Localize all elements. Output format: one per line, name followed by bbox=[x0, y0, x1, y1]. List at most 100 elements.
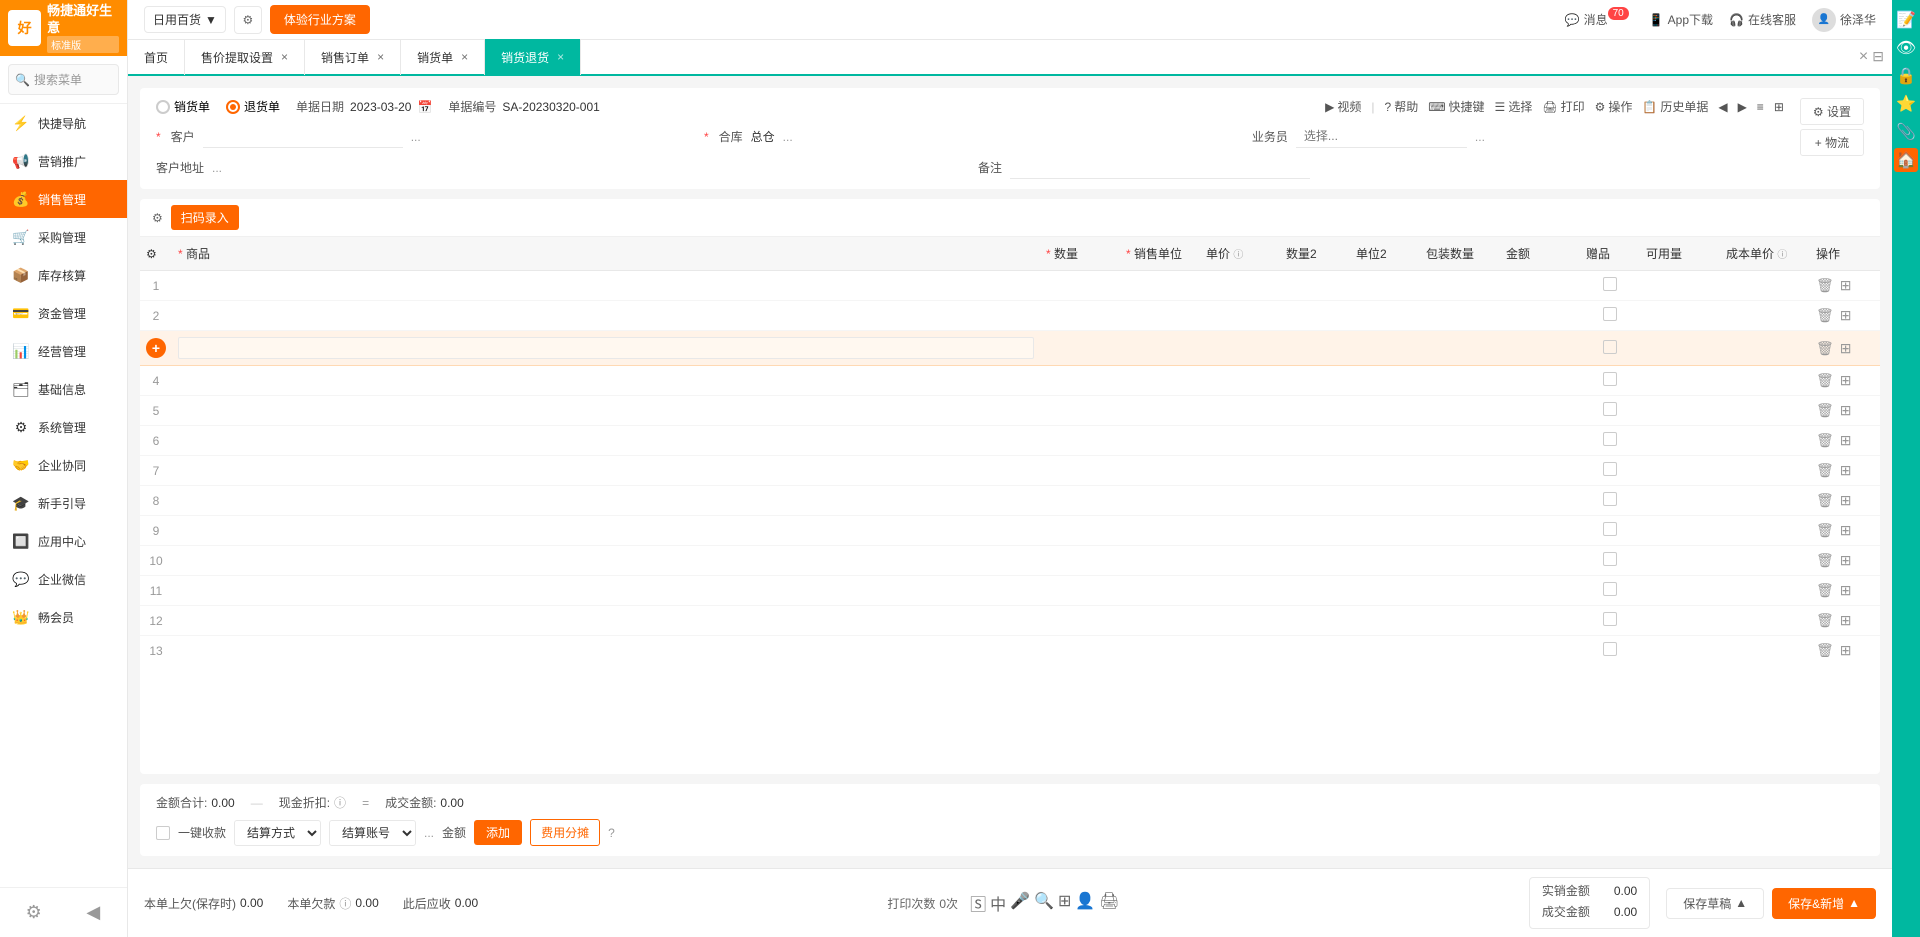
bottom-icon-4[interactable]: 🔍 bbox=[1034, 891, 1054, 915]
delete-row-button[interactable]: 🗑 bbox=[1816, 372, 1834, 389]
copy-row-button[interactable]: ⊞ bbox=[1840, 582, 1852, 599]
action-operate[interactable]: ⚙ 操作 bbox=[1595, 98, 1633, 115]
experience-button[interactable]: 体验行业方案 bbox=[270, 5, 370, 34]
gift-checkbox[interactable] bbox=[1603, 432, 1617, 446]
address-more-btn[interactable]: ... bbox=[212, 161, 222, 175]
sidebar-item-system[interactable]: ⚙ 系统管理 bbox=[0, 408, 127, 446]
copy-row-button[interactable]: ⊞ bbox=[1840, 372, 1852, 389]
tab-close-all-icon[interactable]: × bbox=[1859, 48, 1868, 66]
copy-row-button[interactable]: ⊞ bbox=[1840, 307, 1852, 324]
delete-row-button[interactable]: 🗑 bbox=[1816, 642, 1834, 657]
bottom-icon-5[interactable]: ⊞ bbox=[1058, 891, 1071, 915]
bottom-icon-6[interactable]: 👤 bbox=[1075, 891, 1095, 915]
add-row-button[interactable]: + bbox=[146, 338, 166, 358]
table-settings-icon[interactable]: ⚙ bbox=[152, 211, 163, 225]
gift-checkbox[interactable] bbox=[1603, 492, 1617, 506]
copy-row-button[interactable]: ⊞ bbox=[1840, 612, 1852, 629]
delete-row-button[interactable]: 🗑 bbox=[1816, 522, 1834, 539]
sidebar-item-operations[interactable]: 📊 经营管理 bbox=[0, 332, 127, 370]
account-select[interactable]: 结算账号 bbox=[329, 820, 416, 846]
copy-row-button[interactable]: ⊞ bbox=[1840, 462, 1852, 479]
tab-sale-return-close[interactable]: × bbox=[557, 50, 564, 64]
nav-next[interactable]: ▶ bbox=[1738, 100, 1747, 114]
user-item[interactable]: 👤 徐泽华 bbox=[1812, 8, 1876, 32]
copy-row-button[interactable]: ⊞ bbox=[1840, 642, 1852, 657]
calendar-icon[interactable]: 📅 bbox=[417, 100, 432, 114]
search-menu-button[interactable]: 🔍 搜索菜单 bbox=[8, 64, 119, 95]
delete-row-button[interactable]: 🗑 bbox=[1816, 462, 1834, 479]
delete-row-button[interactable]: 🗑 bbox=[1816, 432, 1834, 449]
delete-row-button[interactable]: 🗑 bbox=[1816, 402, 1834, 419]
tab-menu-icon[interactable]: ⊟ bbox=[1872, 48, 1884, 66]
staff-input[interactable] bbox=[1296, 125, 1467, 148]
note-input[interactable] bbox=[1010, 156, 1310, 179]
sidebar-item-wechat[interactable]: 💬 企业微信 bbox=[0, 560, 127, 598]
tab-sale-goods-close[interactable]: × bbox=[461, 50, 468, 64]
sidebar-item-finance[interactable]: 💳 资金管理 bbox=[0, 294, 127, 332]
copy-row-button[interactable]: ⊞ bbox=[1840, 402, 1852, 419]
tab-sale-order-close[interactable]: × bbox=[377, 50, 384, 64]
logistics-side-button[interactable]: + 物流 bbox=[1800, 129, 1864, 156]
fee-split-button[interactable]: 费用分摊 bbox=[530, 819, 600, 846]
sidebar-item-basic[interactable]: 🗂 基础信息 bbox=[0, 370, 127, 408]
quick-item-6[interactable]: 🏠 bbox=[1894, 148, 1918, 172]
sidebar-settings-button[interactable]: ⚙ bbox=[8, 896, 60, 929]
gift-checkbox[interactable] bbox=[1603, 307, 1617, 321]
quick-item-5[interactable]: 📎 bbox=[1894, 120, 1918, 144]
quick-item-2[interactable]: 👁 bbox=[1894, 36, 1918, 60]
sidebar-item-enterprise[interactable]: 🤝 企业协同 bbox=[0, 446, 127, 484]
payment-method-select[interactable]: 结算方式 bbox=[234, 820, 321, 846]
copy-row-button[interactable]: ⊞ bbox=[1840, 552, 1852, 569]
copy-row-button[interactable]: ⊞ bbox=[1840, 432, 1852, 449]
gift-checkbox[interactable] bbox=[1603, 372, 1617, 386]
tab-sale-goods[interactable]: 销货单 × bbox=[401, 39, 485, 75]
bottom-icon-1[interactable]: 🅂 bbox=[970, 891, 986, 915]
bottom-icon-3[interactable]: 🎤 bbox=[1010, 891, 1030, 915]
online-service-item[interactable]: 🎧 在线客服 bbox=[1729, 11, 1796, 28]
delete-row-button[interactable]: 🗑 bbox=[1816, 552, 1834, 569]
radio-sale-goods[interactable]: 销货单 bbox=[156, 98, 210, 115]
view-list[interactable]: ≡ bbox=[1757, 100, 1764, 114]
gift-checkbox[interactable] bbox=[1603, 402, 1617, 416]
delete-row-button[interactable]: 🗑 bbox=[1816, 307, 1834, 324]
sidebar-item-member[interactable]: 👑 畅会员 bbox=[0, 598, 127, 636]
action-help[interactable]: ? 帮助 bbox=[1385, 98, 1419, 115]
tab-sale-price-close[interactable]: × bbox=[281, 50, 288, 64]
delete-row-button[interactable]: 🗑 bbox=[1816, 612, 1834, 629]
settings-side-button[interactable]: ⚙ 设置 bbox=[1800, 98, 1864, 125]
sidebar-item-marketing[interactable]: 📢 营销推广 bbox=[0, 142, 127, 180]
action-shortcut[interactable]: ⌨ 快捷键 bbox=[1428, 98, 1484, 115]
scan-input-button[interactable]: 扫码录入 bbox=[171, 205, 239, 230]
sidebar-item-app-center[interactable]: 🔲 应用中心 bbox=[0, 522, 127, 560]
product-input[interactable] bbox=[178, 337, 1034, 359]
action-video[interactable]: ▶ 视频 bbox=[1325, 98, 1361, 115]
add-payment-button[interactable]: 添加 bbox=[474, 820, 522, 845]
one-click-checkbox[interactable] bbox=[156, 826, 170, 840]
gift-checkbox[interactable] bbox=[1603, 340, 1617, 354]
sidebar-item-purchase[interactable]: 🛒 采购管理 bbox=[0, 218, 127, 256]
gift-checkbox[interactable] bbox=[1603, 642, 1617, 656]
radio-return[interactable]: 退货单 bbox=[226, 98, 280, 115]
copy-row-button[interactable]: ⊞ bbox=[1840, 522, 1852, 539]
quick-item-4[interactable]: ⭐ bbox=[1894, 92, 1918, 116]
gift-checkbox[interactable] bbox=[1603, 522, 1617, 536]
tab-sale-return[interactable]: 销货退货 × bbox=[485, 39, 581, 75]
quick-item-3[interactable]: 🔒 bbox=[1894, 64, 1918, 88]
save-draft-button[interactable]: 保存草稿 ▲ bbox=[1666, 888, 1764, 919]
copy-row-button[interactable]: ⊞ bbox=[1840, 277, 1852, 294]
bottom-icon-7[interactable]: 🖨 bbox=[1099, 891, 1119, 915]
quick-item-1[interactable]: 📝 bbox=[1894, 8, 1918, 32]
action-select[interactable]: ☰ 选择 bbox=[1495, 98, 1533, 115]
tab-home[interactable]: 首页 bbox=[128, 39, 185, 75]
action-history[interactable]: 📋 历史单据 bbox=[1642, 98, 1708, 115]
delete-row-button[interactable]: 🗑 bbox=[1816, 492, 1834, 509]
save-new-button[interactable]: 保存&新增 ▲ bbox=[1772, 888, 1876, 919]
sidebar-item-inventory[interactable]: 📦 库存核算 bbox=[0, 256, 127, 294]
topbar-settings-button[interactable]: ⚙ bbox=[234, 6, 262, 34]
gift-checkbox[interactable] bbox=[1603, 582, 1617, 596]
delete-row-button[interactable]: 🗑 bbox=[1816, 277, 1834, 294]
tab-sale-order[interactable]: 销售订单 × bbox=[305, 39, 401, 75]
module-selector[interactable]: 日用百货 ▼ bbox=[144, 6, 226, 33]
customer-input[interactable] bbox=[203, 125, 403, 148]
gift-checkbox[interactable] bbox=[1603, 462, 1617, 476]
